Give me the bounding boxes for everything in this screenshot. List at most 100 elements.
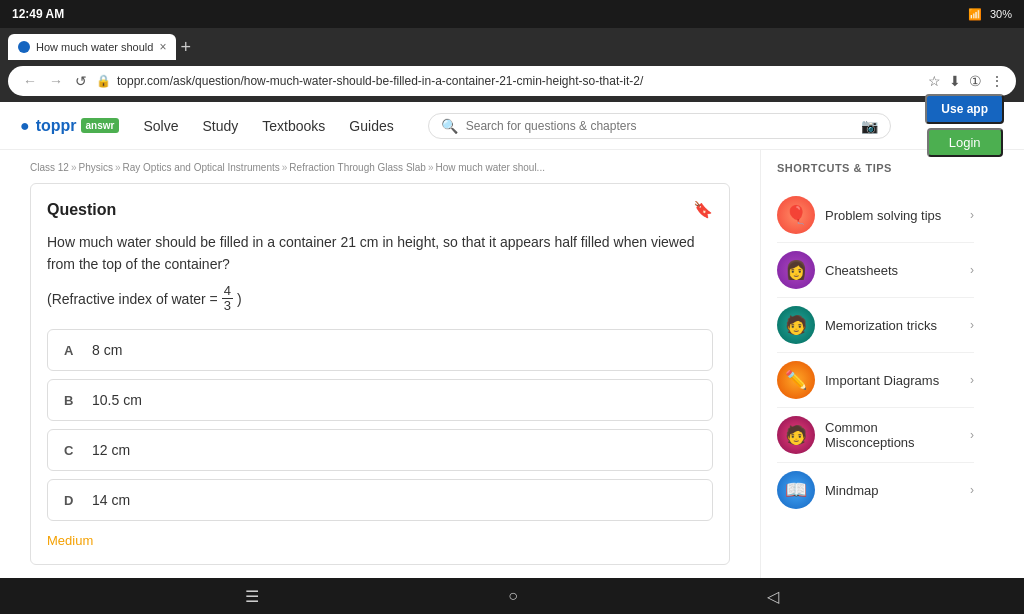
shortcut-memorization[interactable]: 🧑 Memorization tricks › [777,298,974,353]
option-c[interactable]: C 12 cm [47,429,713,471]
fraction-numerator: 4 [222,284,233,299]
wifi-icon: 📶 [968,8,982,21]
breadcrumb-class12[interactable]: Class 12 [30,162,69,173]
nav-right-buttons: Use app Login [925,94,1004,157]
option-c-label: C [64,443,80,458]
chevron-right-icon-5: › [970,428,974,442]
difficulty-label: Medium [47,533,713,548]
question-area: Class 12 » Physics » Ray Optics and Opti… [0,150,760,614]
chevron-right-icon: › [970,208,974,222]
misconceptions-icon: 🧑 [777,416,815,454]
back-button[interactable]: ← [20,73,40,89]
camera-icon[interactable]: 📷 [861,118,878,134]
option-b-text: 10.5 cm [92,392,142,408]
menu-icon[interactable]: ⋮ [990,73,1004,89]
toppr-logo-icon: ● [20,117,30,135]
reload-button[interactable]: ↺ [72,73,90,89]
shortcuts-title: SHORTCUTS & TIPS [777,162,974,174]
android-nav-bar: ☰ ○ ◁ [0,578,1024,614]
question-title: Question [47,201,116,219]
url-text[interactable]: toppr.com/ask/question/how-much-water-sh… [117,74,922,88]
nav-textbooks[interactable]: Textbooks [262,118,325,134]
breadcrumb-refraction[interactable]: Refraction Through Glass Slab [289,162,426,173]
shortcut-misconceptions[interactable]: 🧑 Common Misconceptions › [777,408,974,463]
breadcrumb-ray-optics[interactable]: Ray Optics and Optical Instruments [122,162,279,173]
shortcut-memorization-label: Memorization tricks [825,318,960,333]
cheatsheets-icon: 👩 [777,251,815,289]
option-b[interactable]: B 10.5 cm [47,379,713,421]
address-bar: ← → ↺ 🔒 toppr.com/ask/question/how-much-… [8,66,1016,96]
forward-button[interactable]: → [46,73,66,89]
question-box: Question 🔖 How much water should be fill… [30,183,730,565]
fraction-denominator: 3 [222,299,233,313]
refractive-suffix: ) [237,291,242,307]
shortcut-cheatsheets[interactable]: 👩 Cheatsheets › [777,243,974,298]
option-a-label: A [64,343,80,358]
battery-icon: 30% [990,8,1012,20]
diagrams-icon: ✏️ [777,361,815,399]
option-d-label: D [64,493,80,508]
fraction: 4 3 [222,284,233,314]
bookmark-icon[interactable]: 🔖 [693,200,713,219]
shortcut-problem-label: Problem solving tips [825,208,960,223]
use-app-button[interactable]: Use app [925,94,1004,124]
tab-count-icon[interactable]: ① [969,73,982,89]
logo-area: ● toppr answr [20,117,119,135]
shortcut-mindmap-label: Mindmap [825,483,960,498]
android-home-button[interactable]: ○ [508,587,518,605]
shortcut-diagrams-label: Important Diagrams [825,373,960,388]
star-icon[interactable]: ☆ [928,73,941,89]
chevron-right-icon-6: › [970,483,974,497]
option-c-text: 12 cm [92,442,130,458]
browser-chrome: How much water should × + ← → ↺ 🔒 toppr.… [0,28,1024,102]
main-content: Class 12 » Physics » Ray Optics and Opti… [0,150,1024,614]
shortcut-misconceptions-label: Common Misconceptions [825,420,960,450]
tab-title: How much water should [36,41,153,53]
shortcut-mindmap[interactable]: 📖 Mindmap › [777,463,974,517]
download-icon[interactable]: ⬇ [949,73,961,89]
sep2: » [115,162,121,173]
nav-links: Solve Study Textbooks Guides [143,118,393,134]
question-text: How much water should be filled in a con… [47,231,713,276]
address-actions: ☆ ⬇ ① ⋮ [928,73,1004,89]
breadcrumb: Class 12 » Physics » Ray Optics and Opti… [30,162,730,173]
sep3: » [282,162,288,173]
logo-toppr[interactable]: toppr [36,117,77,135]
option-b-label: B [64,393,80,408]
problem-solving-icon: 🎈 [777,196,815,234]
chevron-right-icon-2: › [970,263,974,277]
search-icon: 🔍 [441,118,458,134]
top-nav: ● toppr answr Solve Study Textbooks Guid… [0,102,1024,150]
tab-favicon [18,41,30,53]
option-d[interactable]: D 14 cm [47,479,713,521]
tab-bar: How much water should × + [8,34,1016,60]
active-tab[interactable]: How much water should × [8,34,176,60]
status-bar: 12:49 AM 📶 30% [0,0,1024,28]
breadcrumb-physics[interactable]: Physics [78,162,112,173]
search-input[interactable] [466,119,854,133]
shortcut-cheatsheet-label: Cheatsheets [825,263,960,278]
mindmap-icon: 📖 [777,471,815,509]
nav-study[interactable]: Study [202,118,238,134]
question-header: Question 🔖 [47,200,713,219]
shortcut-problem-solving[interactable]: 🎈 Problem solving tips › [777,188,974,243]
shortcut-diagrams[interactable]: ✏️ Important Diagrams › [777,353,974,408]
memorization-icon: 🧑 [777,306,815,344]
time: 12:49 AM [12,7,64,21]
android-menu-button[interactable]: ☰ [245,587,259,606]
nav-solve[interactable]: Solve [143,118,178,134]
option-d-text: 14 cm [92,492,130,508]
option-a[interactable]: A 8 cm [47,329,713,371]
options-list: A 8 cm B 10.5 cm C 12 cm D 14 cm [47,329,713,521]
nav-guides[interactable]: Guides [349,118,393,134]
logo-answr[interactable]: answr [81,118,120,133]
option-a-text: 8 cm [92,342,122,358]
android-back-button[interactable]: ◁ [767,587,779,606]
tab-close-button[interactable]: × [159,40,166,54]
lock-icon: 🔒 [96,74,111,88]
website: ● toppr answr Solve Study Textbooks Guid… [0,102,1024,614]
new-tab-button[interactable]: + [180,38,191,56]
sep4: » [428,162,434,173]
breadcrumb-current: How much water shoul... [435,162,545,173]
chevron-right-icon-3: › [970,318,974,332]
